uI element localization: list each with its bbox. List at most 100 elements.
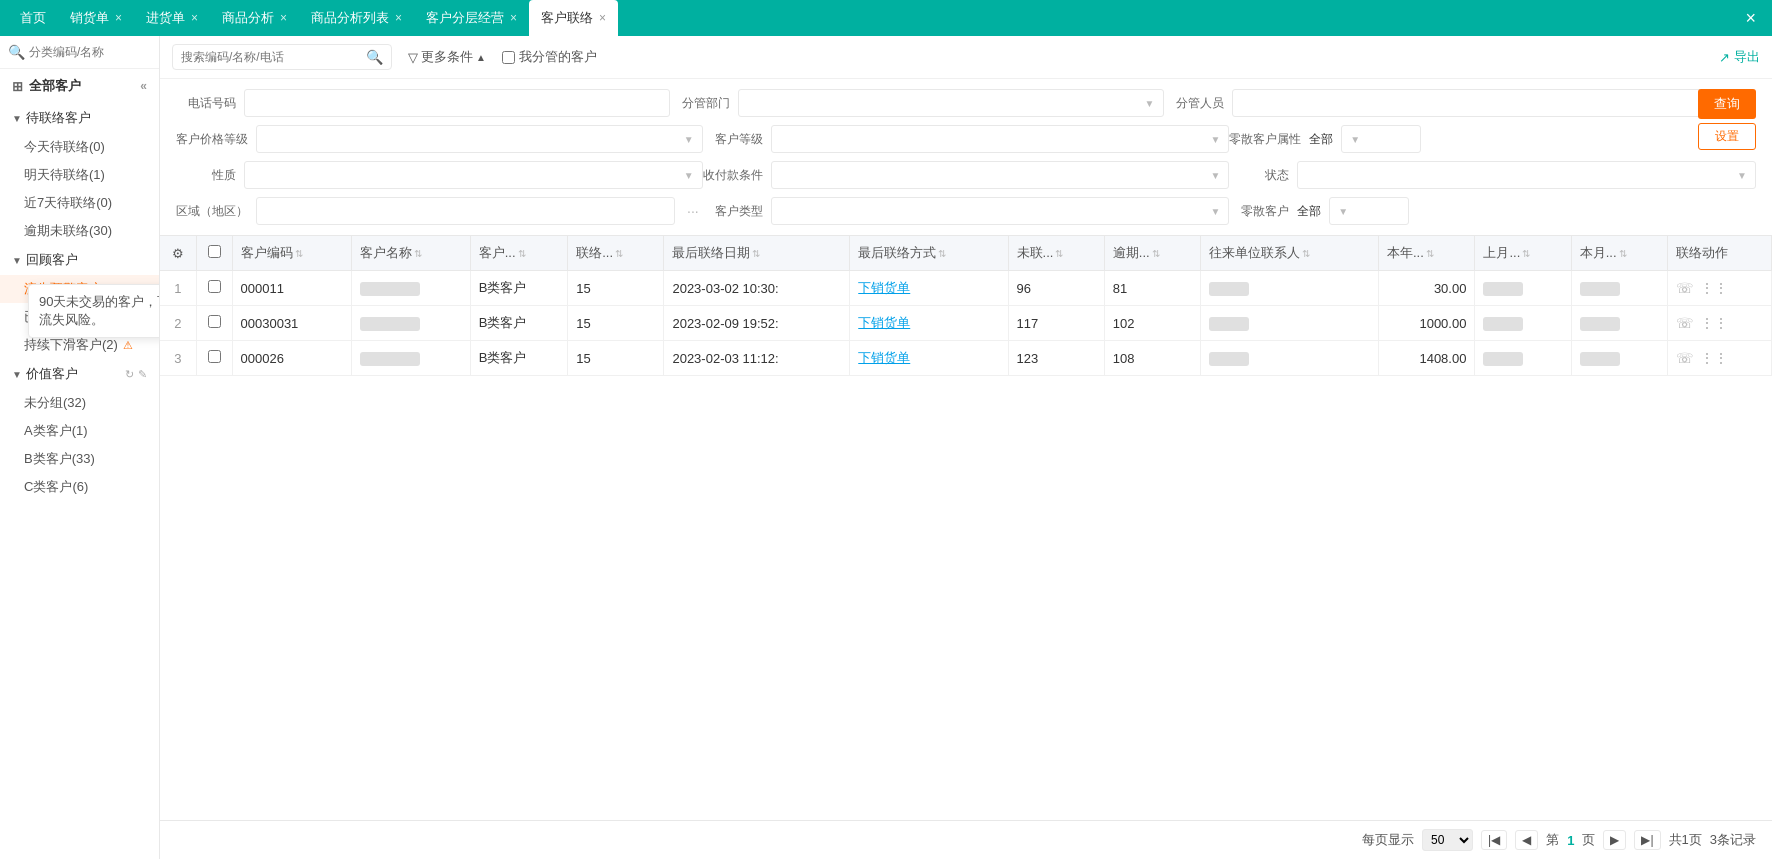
sidebar-item-today[interactable]: 今天待联络(0) (0, 133, 159, 161)
col-uncontact[interactable]: 未联...⇅ (1008, 236, 1104, 271)
col-contact-cnt[interactable]: 联络...⇅ (568, 236, 664, 271)
edit-icon[interactable]: ✎ (138, 368, 147, 381)
tab-home[interactable]: 首页 (8, 0, 58, 36)
gender-select[interactable]: ▼ (244, 161, 703, 189)
tab-sales[interactable]: 销货单 × (58, 0, 134, 36)
sidebar-collapse-btn[interactable]: « (140, 79, 147, 93)
gender-arrow: ▼ (684, 170, 694, 181)
setting-btn[interactable]: 设置 (1698, 123, 1756, 150)
last-way-link[interactable]: 下销货单 (858, 350, 910, 365)
phone-input[interactable] (244, 89, 670, 117)
filter-search-icon[interactable]: 🔍 (366, 49, 383, 65)
tab-customer-layer[interactable]: 客户分层经营 × (414, 0, 529, 36)
col-this-month[interactable]: 本月...⇅ (1571, 236, 1667, 271)
adv-filter-retail-customer: 零散客户 全部 ▼ (1229, 197, 1756, 225)
sidebar-item-tomorrow[interactable]: 明天待联络(1) (0, 161, 159, 189)
row-checkbox[interactable] (208, 315, 221, 328)
adv-filter-row-4: 区域（地区） ··· 客户类型 ▼ 零散客户 全部 (176, 197, 1756, 225)
sidebar-group-pending[interactable]: ▼ 待联络客户 (0, 103, 159, 133)
row-unit-contact (1201, 341, 1379, 376)
tab-purchase[interactable]: 进货单 × (134, 0, 210, 36)
sidebar-group-value[interactable]: ▼ 价值客户 ↻ ✎ (0, 359, 159, 389)
data-table-wrap: ⚙ 客户编码⇅ 客户名称⇅ 客户...⇅ 联络...⇅ 最后联络日期⇅ 最后联络… (160, 236, 1772, 820)
col-unit-contact[interactable]: 往来单位联系人⇅ (1201, 236, 1379, 271)
search-icon: 🔍 (8, 44, 25, 60)
sidebar-root-header[interactable]: ⊞ 全部客户 « (0, 69, 159, 103)
search-btn[interactable]: 查询 (1698, 89, 1756, 119)
adv-filter-retail-attr: 零散客户属性 全部 ▼ (1229, 125, 1756, 153)
tab-goods-analysis-list-close[interactable]: × (395, 11, 402, 25)
row-checkbox[interactable] (208, 280, 221, 293)
tab-sales-close[interactable]: × (115, 11, 122, 25)
sidebar-item-7days[interactable]: 近7天待联络(0) (0, 189, 159, 217)
col-overdue[interactable]: 逾期...⇅ (1104, 236, 1200, 271)
more-conditions-btn[interactable]: ▽ 更多条件 ▲ (400, 44, 494, 70)
tab-customer-contact-close[interactable]: × (599, 11, 606, 25)
last-page-btn[interactable]: ▶| (1634, 830, 1660, 850)
row-contact-cnt: 15 (568, 271, 664, 306)
row-checkbox[interactable] (208, 350, 221, 363)
export-btn[interactable]: ↗ 导出 (1719, 48, 1760, 66)
sidebar-item-b-class[interactable]: B类客户(33) (0, 445, 159, 473)
last-way-link[interactable]: 下销货单 (858, 280, 910, 295)
sidebar-item-overdue[interactable]: 逾期未联络(30) (0, 217, 159, 245)
window-close-btn[interactable]: × (1737, 8, 1764, 29)
per-page-select[interactable]: 50 100 (1422, 829, 1473, 851)
tab-goods-analysis-close[interactable]: × (280, 11, 287, 25)
col-last-way[interactable]: 最后联络方式⇅ (850, 236, 1008, 271)
prev-page-btn[interactable]: ◀ (1515, 830, 1538, 850)
customer-type-select[interactable]: ▼ (771, 197, 1230, 225)
tab-customer-contact[interactable]: 客户联络 × (529, 0, 618, 36)
status-arrow: ▼ (1737, 170, 1747, 181)
sidebar-group-review[interactable]: ▼ 回顾客户 (0, 245, 159, 275)
retail-customer-select[interactable]: ▼ (1329, 197, 1409, 225)
col-last-month[interactable]: 上月...⇅ (1475, 236, 1571, 271)
region-dots[interactable]: ··· (683, 203, 703, 219)
action-more-icon[interactable]: ⋮⋮ (1700, 315, 1728, 331)
action-phone-icon[interactable]: ☏ (1676, 280, 1694, 296)
row-checkbox-cell[interactable] (196, 271, 232, 306)
col-type[interactable]: 客户...⇅ (470, 236, 567, 271)
my-customers-check[interactable] (502, 51, 515, 64)
col-last-date[interactable]: 最后联络日期⇅ (664, 236, 850, 271)
col-checkbox[interactable] (196, 236, 232, 271)
select-all-checkbox[interactable] (208, 245, 221, 258)
tab-purchase-close[interactable]: × (191, 11, 198, 25)
row-contact-cnt: 15 (568, 341, 664, 376)
status-select[interactable]: ▼ (1297, 161, 1756, 189)
first-page-btn[interactable]: |◀ (1481, 830, 1507, 850)
action-more-icon[interactable]: ⋮⋮ (1700, 350, 1728, 366)
tab-goods-analysis-list[interactable]: 商品分析列表 × (299, 0, 414, 36)
my-customers-checkbox[interactable]: 我分管的客户 (502, 48, 597, 66)
action-phone-icon[interactable]: ☏ (1676, 315, 1694, 331)
col-name[interactable]: 客户名称⇅ (351, 236, 470, 271)
action-phone-icon[interactable]: ☏ (1676, 350, 1694, 366)
sidebar-item-a-class[interactable]: A类客户(1) (0, 417, 159, 445)
sidebar-search-input[interactable] (29, 45, 151, 59)
customer-level-select[interactable]: ▼ (771, 125, 1230, 153)
adv-filter-status: 状态 ▼ (1229, 161, 1756, 189)
table-footer: 每页显示 50 100 |◀ ◀ 第 1 页 ▶ ▶| 共1页 3条记录 (160, 820, 1772, 859)
tab-customer-layer-close[interactable]: × (510, 11, 517, 25)
sidebar-item-ungroup[interactable]: 未分组(32) (0, 389, 159, 417)
tab-goods-analysis[interactable]: 商品分析 × (210, 0, 299, 36)
row-checkbox-cell[interactable] (196, 306, 232, 341)
region-select[interactable] (256, 197, 675, 225)
refresh-icon[interactable]: ↻ (125, 368, 134, 381)
payment-select[interactable]: ▼ (771, 161, 1230, 189)
last-way-link[interactable]: 下销货单 (858, 315, 910, 330)
col-this-year[interactable]: 本年...⇅ (1378, 236, 1474, 271)
sidebar-item-c-class[interactable]: C类客户(6) (0, 473, 159, 501)
action-more-icon[interactable]: ⋮⋮ (1700, 280, 1728, 296)
col-code[interactable]: 客户编码⇅ (232, 236, 351, 271)
filter-search-input[interactable] (181, 50, 362, 64)
payment-arrow: ▼ (1210, 170, 1220, 181)
content-area: 🔍 ▽ 更多条件 ▲ 我分管的客户 ↗ 导出 电话号码 (160, 36, 1772, 859)
price-level-select[interactable]: ▼ (256, 125, 703, 153)
manager-select[interactable] (1232, 89, 1729, 117)
next-page-btn[interactable]: ▶ (1603, 830, 1626, 850)
row-checkbox-cell[interactable] (196, 341, 232, 376)
dept-select[interactable]: ▼ (738, 89, 1164, 117)
retail-attr-select[interactable]: ▼ (1341, 125, 1421, 153)
col-settings[interactable]: ⚙ (160, 236, 196, 271)
